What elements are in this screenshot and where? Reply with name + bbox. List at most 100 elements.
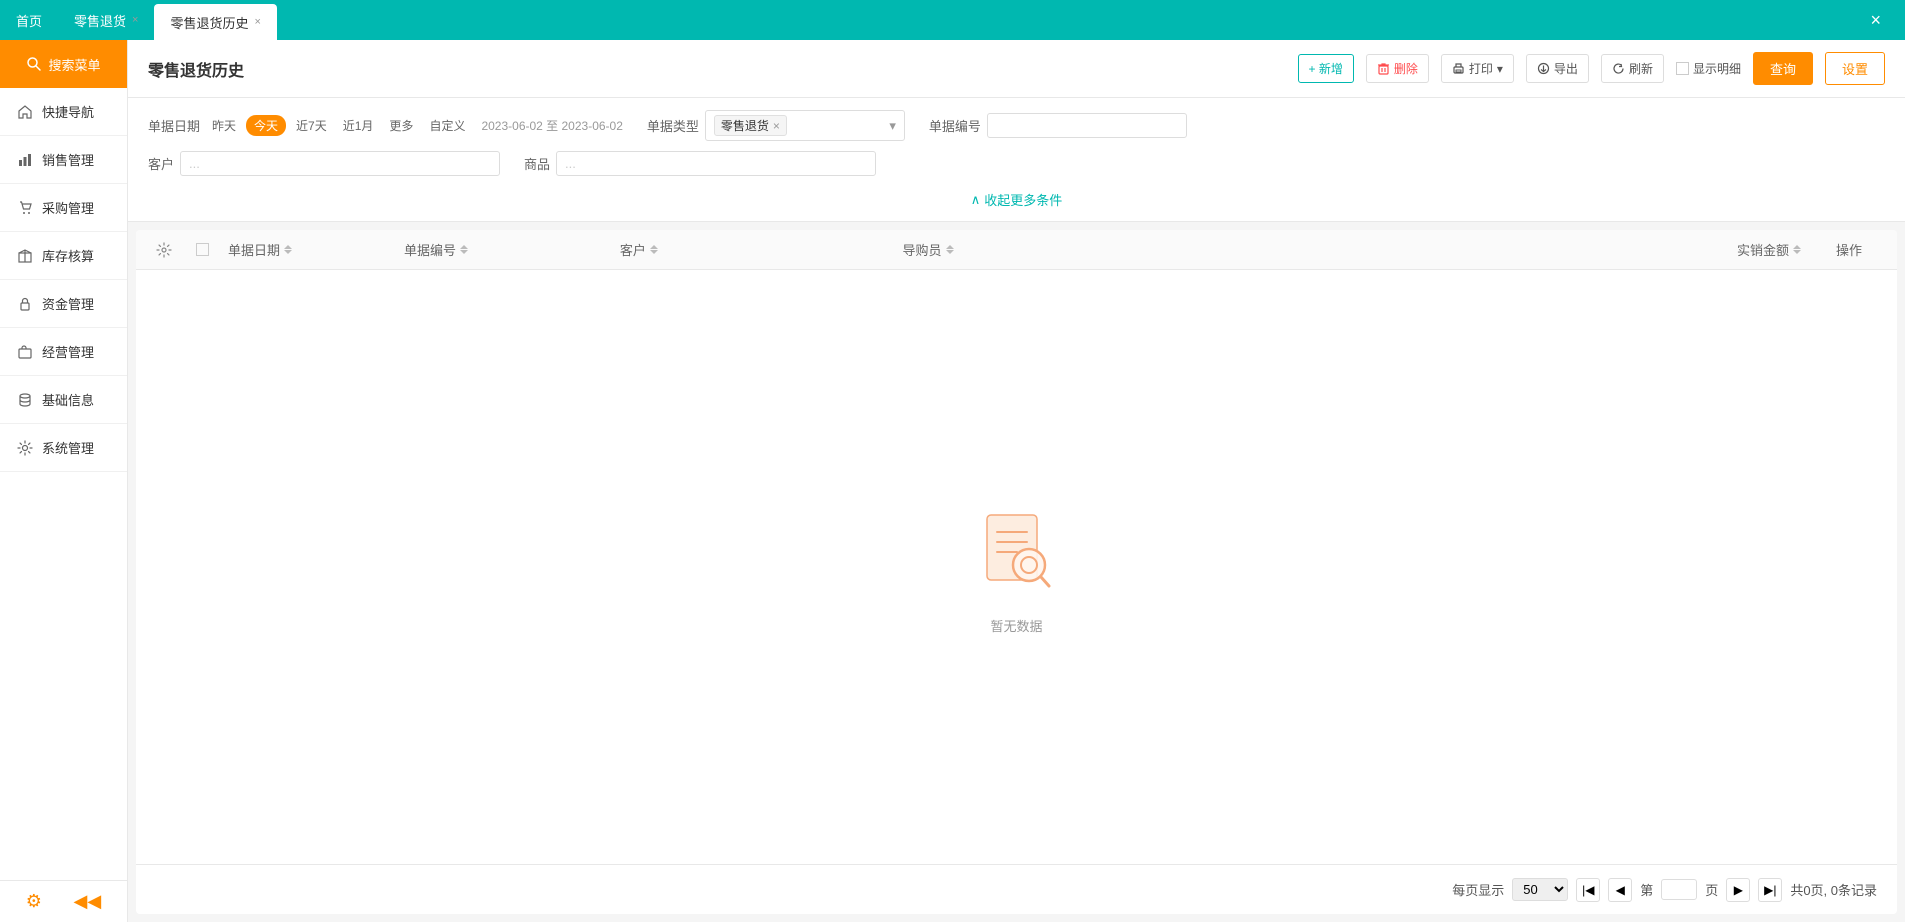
print-dropdown-icon: ▾ — [1497, 62, 1503, 76]
last-page-button[interactable]: ▶| — [1758, 878, 1782, 902]
bill-type-tag: 零售退货 × — [714, 115, 787, 136]
amount-sort-icon — [1793, 245, 1801, 254]
new-button[interactable]: + 新增 — [1298, 54, 1354, 83]
tab-list: 首页 零售退货 × 零售退货历史 × — [0, 0, 1862, 40]
nav-label-sales: 销售管理 — [42, 150, 94, 169]
sidebar-item-purchase[interactable]: 采购管理 — [0, 184, 127, 232]
sidebar-bottom: ⚙ ◀◀ — [0, 880, 127, 922]
window-close-button[interactable]: × — [1862, 6, 1889, 35]
col-settings[interactable] — [144, 242, 184, 258]
box-icon — [16, 247, 34, 265]
per-page-label: 每页显示 — [1452, 880, 1504, 899]
filter-area: 单据日期 昨天 今天 近7天 近1月 更多 自定义 2023-06-02 至 2… — [128, 98, 1905, 222]
per-page-select[interactable]: 10 20 50 100 — [1512, 878, 1568, 901]
page-number-input[interactable]: 1 — [1661, 879, 1697, 900]
sidebar-item-inventory[interactable]: 库存核算 — [0, 232, 127, 280]
close-retail-return-tab-icon[interactable]: × — [132, 14, 138, 26]
col-action: 操作 — [1809, 240, 1889, 259]
tab-retail-return[interactable]: 零售退货 × — [58, 0, 154, 40]
next-page-button[interactable]: ▶ — [1726, 878, 1750, 902]
tab-retail-return-label: 零售退货 — [74, 11, 126, 30]
setting-button[interactable]: 设置 — [1825, 52, 1885, 85]
tab-retail-return-history-label: 零售退货历史 — [170, 13, 248, 32]
table-body: 暂无数据 — [136, 270, 1897, 864]
nav-label-quick-nav: 快捷导航 — [42, 102, 94, 121]
col-guide-label: 导购员 — [903, 240, 942, 259]
bill-type-select[interactable]: 零售退货 × ▾ — [705, 110, 905, 141]
print-icon — [1452, 62, 1465, 75]
date-more[interactable]: 更多 — [383, 115, 419, 136]
content-area: 零售退货历史 + 新增 删除 打印 ▾ 导出 刷新 — [128, 40, 1905, 922]
bill-type-filter: 单据类型 零售退货 × ▾ — [647, 110, 905, 141]
close-history-tab-icon[interactable]: × — [254, 16, 260, 28]
col-bill-no[interactable]: 单据编号 — [396, 240, 612, 259]
col-amount[interactable]: 实销金额 — [1660, 240, 1809, 259]
date-sort-icon — [284, 245, 292, 254]
col-checkbox[interactable] — [184, 243, 220, 256]
prev-page-button[interactable]: ◀ — [1608, 878, 1632, 902]
nav-label-finance: 资金管理 — [42, 294, 94, 313]
bill-type-dropdown-icon: ▾ — [889, 118, 896, 134]
filter-row-2: 客户 ... 商品 ... — [148, 151, 1885, 176]
refresh-button[interactable]: 刷新 — [1601, 54, 1664, 83]
col-date[interactable]: 单据日期 — [220, 240, 396, 259]
search-icon — [26, 56, 42, 72]
main-layout: 搜索菜单 快捷导航 销售管理 采购管理 — [0, 40, 1905, 922]
date-1month[interactable]: 近1月 — [337, 115, 380, 136]
top-bar-right: × — [1862, 6, 1905, 35]
col-customer[interactable]: 客户 — [612, 240, 895, 259]
database-icon — [16, 391, 34, 409]
export-label: 导出 — [1554, 60, 1578, 77]
date-range-display: 2023-06-02 至 2023-06-02 — [481, 117, 622, 134]
chevron-up-icon: ∧ — [971, 192, 981, 208]
customer-placeholder: ... — [189, 156, 200, 171]
sidebar-item-basic-info[interactable]: 基础信息 — [0, 376, 127, 424]
sidebar-item-system[interactable]: 系统管理 — [0, 424, 127, 472]
total-info: 共0页, 0条记录 — [1790, 880, 1877, 899]
nav-label-purchase: 采购管理 — [42, 198, 94, 217]
collapse-label: 收起更多条件 — [984, 190, 1062, 209]
show-detail-option[interactable]: 显示明细 — [1676, 60, 1741, 77]
bill-no-label: 单据编号 — [929, 116, 981, 135]
date-custom[interactable]: 自定义 — [423, 115, 471, 136]
col-guide[interactable]: 导购员 — [895, 240, 1111, 259]
first-page-button[interactable]: |◀ — [1576, 878, 1600, 902]
delete-label: 删除 — [1394, 60, 1418, 77]
sidebar-item-sales[interactable]: 销售管理 — [0, 136, 127, 184]
show-detail-checkbox[interactable] — [1676, 62, 1689, 75]
gear-icon — [16, 439, 34, 457]
bill-no-filter: 单据编号 — [929, 113, 1187, 138]
collapse-filter-button[interactable]: ∧ 收起更多条件 — [971, 190, 1063, 209]
volume-icon[interactable]: ◀◀ — [74, 891, 102, 912]
goods-select[interactable]: ... — [556, 151, 876, 176]
bill-no-input[interactable] — [987, 113, 1187, 138]
tab-retail-return-history[interactable]: 零售退货历史 × — [154, 4, 276, 40]
print-label: 打印 — [1469, 60, 1493, 77]
date-filter: 单据日期 昨天 今天 近7天 近1月 更多 自定义 2023-06-02 至 2… — [148, 115, 623, 136]
print-button[interactable]: 打印 ▾ — [1441, 54, 1514, 83]
col-date-label: 单据日期 — [228, 240, 280, 259]
delete-button[interactable]: 删除 — [1366, 54, 1429, 83]
bill-type-tag-close[interactable]: × — [773, 119, 780, 133]
sidebar-item-quick-nav[interactable]: 快捷导航 — [0, 88, 127, 136]
date-today[interactable]: 今天 — [246, 115, 286, 136]
date-yesterday[interactable]: 昨天 — [206, 115, 242, 136]
guide-sort-icon — [946, 245, 954, 254]
tab-home-label: 首页 — [16, 11, 42, 30]
date-7days[interactable]: 近7天 — [290, 115, 333, 136]
tab-home[interactable]: 首页 — [0, 0, 58, 40]
sidebar-item-operation[interactable]: 经营管理 — [0, 328, 127, 376]
table-area: 单据日期 单据编号 客户 — [136, 230, 1897, 914]
sidebar: 搜索菜单 快捷导航 销售管理 采购管理 — [0, 40, 128, 922]
export-button[interactable]: 导出 — [1526, 54, 1589, 83]
goods-filter: 商品 ... — [524, 151, 876, 176]
query-button[interactable]: 查询 — [1753, 52, 1813, 85]
refresh-icon — [1612, 62, 1625, 75]
select-all-checkbox[interactable] — [196, 243, 209, 256]
customer-select[interactable]: ... — [180, 151, 500, 176]
shopping-icon — [16, 199, 34, 217]
settings-bottom-icon[interactable]: ⚙ — [26, 891, 42, 912]
search-menu-button[interactable]: 搜索菜单 — [0, 40, 127, 88]
empty-text: 暂无数据 — [990, 616, 1042, 635]
sidebar-item-finance[interactable]: 资金管理 — [0, 280, 127, 328]
